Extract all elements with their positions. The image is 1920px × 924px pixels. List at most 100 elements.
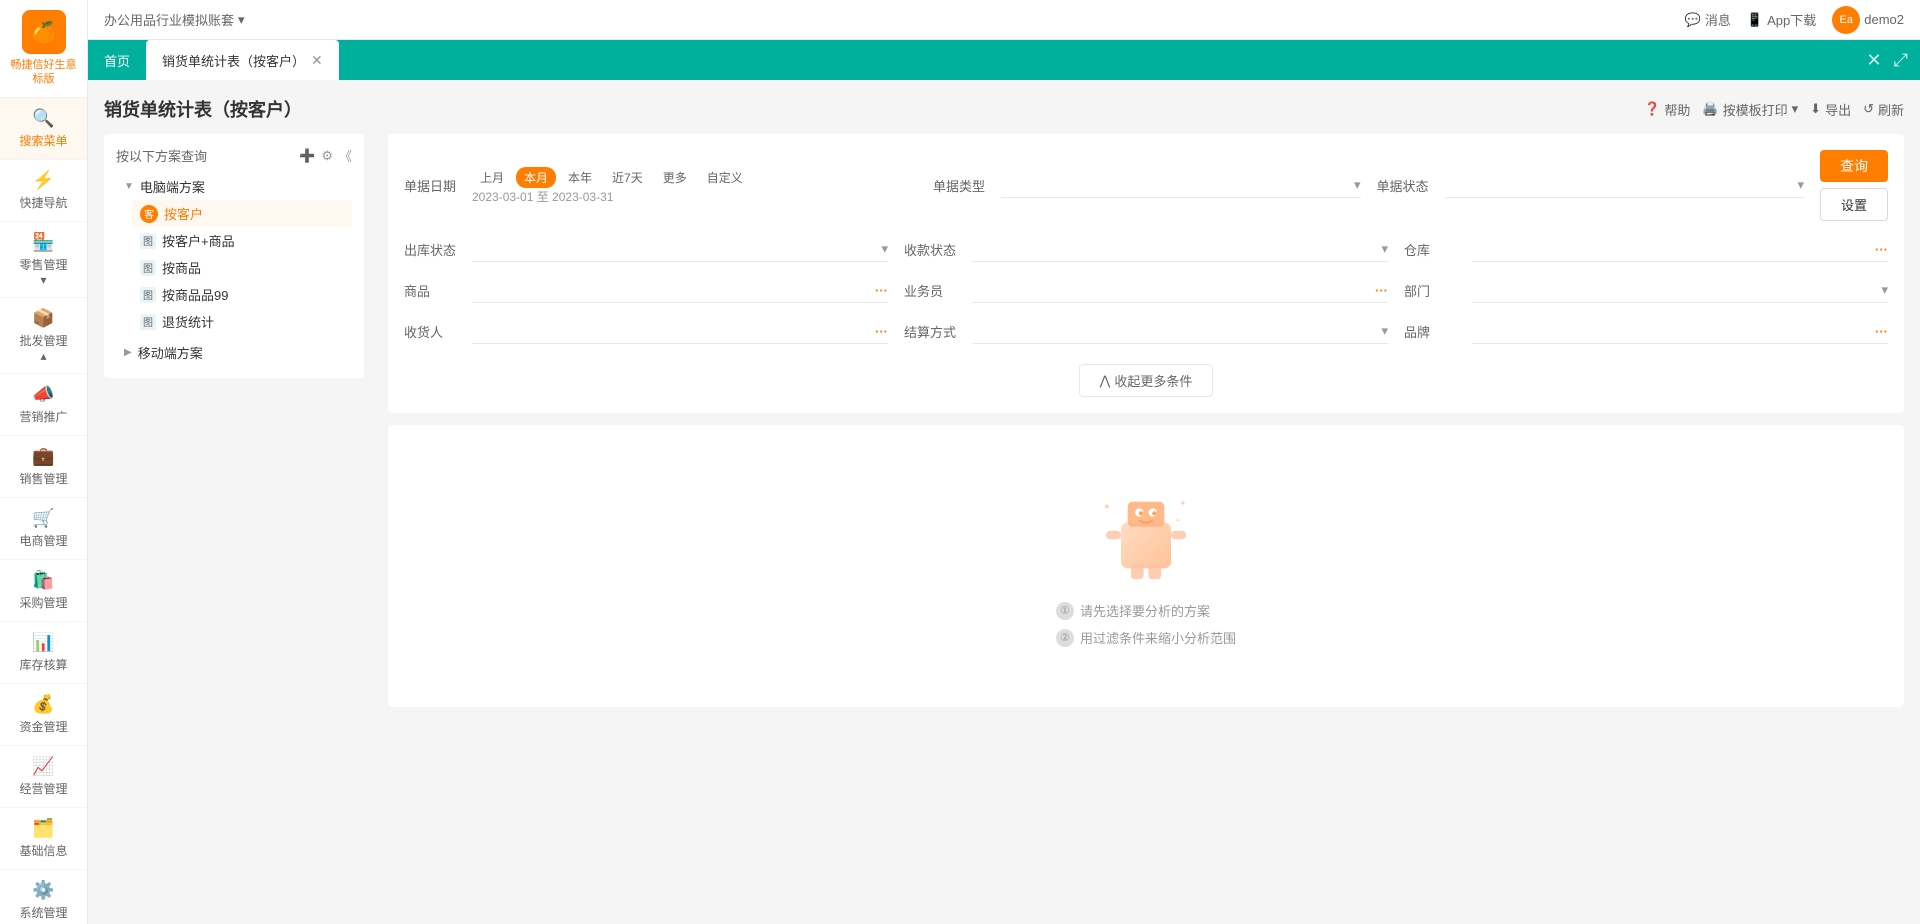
collapse-panel-btn[interactable]: 《 bbox=[339, 146, 352, 165]
sidebar-item-marketing[interactable]: 📣 营销推广 bbox=[0, 374, 87, 436]
header-left: 办公用品行业模拟账套 ▾ bbox=[104, 10, 245, 29]
window-maximize-btn[interactable]: ⤢ bbox=[1890, 51, 1912, 69]
retail-icon: 🏪 bbox=[32, 232, 54, 253]
wholesale-icon: 📦 bbox=[32, 308, 54, 329]
dropdown-icon: ▾ bbox=[238, 12, 245, 28]
operations-icon: 📈 bbox=[32, 756, 54, 777]
tree-item-by-goods[interactable]: 图 按商品 bbox=[132, 254, 352, 281]
tip-num-1: ① bbox=[1056, 602, 1074, 620]
sidebar: 🍊 畅捷信好生意标版 🔍 搜索菜单 ⚡ 快捷导航 🏪 零售管理 ▾ 📦 批发管理… bbox=[0, 0, 88, 924]
tip-text-1: 请先选择要分析的方案 bbox=[1080, 601, 1210, 620]
date-btn-last7days[interactable]: 近7天 bbox=[604, 167, 651, 188]
return-stat-icon: 图 bbox=[140, 314, 156, 330]
sidebar-item-sales[interactable]: 💼 销售管理 bbox=[0, 436, 87, 498]
date-range-display: 2023-03-01 至 2023-03-31 bbox=[472, 188, 917, 205]
sidebar-item-ecommerce[interactable]: 🛒 电商管理 bbox=[0, 498, 87, 560]
basics-icon: 🗂️ bbox=[32, 818, 54, 839]
window-close-btn[interactable]: ✕ bbox=[1863, 51, 1886, 69]
salesperson-select[interactable]: ··· bbox=[972, 279, 1388, 303]
sidebar-item-search[interactable]: 🔍 搜索菜单 bbox=[0, 98, 87, 160]
by-customer-icon: 客 bbox=[140, 205, 158, 223]
order-type-select[interactable]: ▾ bbox=[1001, 173, 1361, 198]
app-title-dropdown[interactable]: 办公用品行业模拟账套 ▾ bbox=[104, 10, 245, 29]
sidebar-item-quicknav-label: 快捷导航 bbox=[19, 194, 67, 211]
sidebar-item-operations[interactable]: 📈 经营管理 bbox=[0, 746, 87, 808]
query-button[interactable]: 查询 bbox=[1820, 150, 1888, 182]
tip-text-2: 用过滤条件来缩小分析范围 bbox=[1080, 628, 1236, 647]
settings-scheme-btn[interactable]: ⚙ bbox=[321, 148, 333, 164]
logo-area: 🍊 畅捷信好生意标版 bbox=[0, 0, 87, 98]
sidebar-item-marketing-label: 营销推广 bbox=[19, 408, 67, 425]
filter-collect-status: 收款状态 ▾ bbox=[904, 237, 1388, 262]
filter-row-4: 收货人 ··· 结算方式 ▾ bbox=[404, 319, 1888, 344]
sidebar-item-finance[interactable]: 💰 资金管理 bbox=[0, 684, 87, 746]
goods-select[interactable]: ··· bbox=[472, 279, 888, 303]
refresh-btn[interactable]: ↺ 刷新 bbox=[1863, 100, 1904, 119]
tree-mobile-label: 移动端方案 bbox=[138, 343, 203, 362]
filter-row-3: 商品 ··· 业务员 ··· bbox=[404, 278, 1888, 303]
order-status-dropdown-icon: ▾ bbox=[1797, 177, 1804, 193]
salesperson-label: 业务员 bbox=[904, 281, 964, 300]
warehouse-select[interactable]: ··· bbox=[1472, 238, 1888, 262]
sidebar-item-system[interactable]: ⚙️ 系统管理 bbox=[0, 870, 87, 924]
search-icon: 🔍 bbox=[32, 108, 54, 129]
tree-desktop-group[interactable]: ▼ 电脑端方案 bbox=[116, 173, 352, 200]
message-btn[interactable]: 💬 消息 bbox=[1685, 10, 1731, 29]
sidebar-item-inventory[interactable]: 📊 库存核算 bbox=[0, 622, 87, 684]
collapse-more-conditions-btn[interactable]: ⋀ 收起更多条件 bbox=[1079, 364, 1214, 397]
tab-sales-stat[interactable]: 销货单统计表（按客户） ✕ bbox=[146, 40, 339, 80]
sidebar-item-search-label: 搜索菜单 bbox=[19, 132, 67, 149]
page-title: 销货单统计表（按客户） bbox=[104, 96, 302, 122]
tree-item-by-customer[interactable]: 客 按客户 bbox=[132, 200, 352, 227]
date-btn-lastmonth[interactable]: 上月 bbox=[472, 167, 512, 188]
order-status-select[interactable]: ▾ bbox=[1445, 173, 1805, 198]
date-btn-thisyear[interactable]: 本年 bbox=[560, 167, 600, 188]
filter-panel: 单据日期 上月 本月 本年 近7天 更多 自定义 20 bbox=[388, 134, 1904, 413]
tree-item-return-stat[interactable]: 图 退货统计 bbox=[132, 308, 352, 335]
logo-icon: 🍊 bbox=[22, 10, 66, 54]
tab-home[interactable]: 首页 bbox=[88, 40, 146, 80]
refresh-label: 刷新 bbox=[1878, 100, 1904, 119]
app-download-btn[interactable]: 📱 App下载 bbox=[1747, 10, 1816, 29]
tab-close-btn[interactable]: ✕ bbox=[311, 52, 323, 69]
date-btn-custom[interactable]: 自定义 bbox=[699, 167, 751, 188]
date-label: 单据日期 bbox=[404, 176, 464, 195]
recipient-label: 收货人 bbox=[404, 322, 464, 341]
filter-order-status: 单据状态 ▾ bbox=[1377, 173, 1805, 198]
add-scheme-btn[interactable]: ➕ bbox=[299, 148, 315, 164]
warehouse-label: 仓库 bbox=[1404, 240, 1464, 259]
tree-item-by-goods-99[interactable]: 图 按商品品99 bbox=[132, 281, 352, 308]
help-label: 帮助 bbox=[1664, 100, 1690, 119]
settings-button[interactable]: 设置 bbox=[1820, 188, 1888, 221]
sidebar-item-wholesale[interactable]: 📦 批发管理 ▴ bbox=[0, 298, 87, 374]
sidebar-item-retail[interactable]: 🏪 零售管理 ▾ bbox=[0, 222, 87, 298]
right-content: 单据日期 上月 本月 本年 近7天 更多 自定义 20 bbox=[388, 134, 1904, 707]
sidebar-item-quicknav[interactable]: ⚡ 快捷导航 bbox=[0, 160, 87, 222]
brand-select[interactable]: ··· bbox=[1472, 320, 1888, 344]
sidebar-item-purchase[interactable]: 🛍️ 采购管理 bbox=[0, 560, 87, 622]
tree-item-by-goods-label: 按商品 bbox=[162, 258, 201, 277]
date-btn-more[interactable]: 更多 bbox=[655, 167, 695, 188]
out-status-select[interactable]: ▾ bbox=[472, 237, 888, 262]
tree-item-by-customer-goods[interactable]: 图 按客户+商品 bbox=[132, 227, 352, 254]
department-select[interactable]: ▾ bbox=[1472, 278, 1888, 303]
empty-illustration: ✦ ✦ ✦ bbox=[1096, 485, 1196, 585]
settlement-select[interactable]: ▾ bbox=[972, 319, 1388, 344]
export-btn[interactable]: ⬇ 导出 bbox=[1810, 100, 1851, 119]
export-icon: ⬇ bbox=[1810, 101, 1821, 117]
sidebar-item-basics[interactable]: 🗂️ 基础信息 bbox=[0, 808, 87, 870]
tree-mobile-group[interactable]: ▶ 移动端方案 bbox=[116, 339, 352, 366]
date-btn-thismonth[interactable]: 本月 bbox=[516, 167, 556, 188]
sales-stat-tab-label: 销货单统计表（按客户） bbox=[162, 51, 305, 70]
recipient-select[interactable]: ··· bbox=[472, 320, 888, 344]
retail-expand-icon: ▾ bbox=[40, 273, 46, 287]
top-header: 办公用品行业模拟账套 ▾ 💬 消息 📱 App下载 Ea demo2 bbox=[88, 0, 1920, 40]
brand-dots: ··· bbox=[1875, 324, 1888, 339]
help-btn[interactable]: ❓ 帮助 bbox=[1644, 100, 1690, 119]
tree-desktop-children: 客 按客户 图 按客户+商品 图 按商品 图 按商品品99 bbox=[116, 200, 352, 335]
print-template-btn[interactable]: 🖨️ 按模板打印 ▾ bbox=[1702, 100, 1798, 119]
warehouse-dots: ··· bbox=[1875, 242, 1888, 257]
sales-icon: 💼 bbox=[32, 446, 54, 467]
collect-status-select[interactable]: ▾ bbox=[972, 237, 1388, 262]
user-menu[interactable]: Ea demo2 bbox=[1832, 6, 1904, 34]
